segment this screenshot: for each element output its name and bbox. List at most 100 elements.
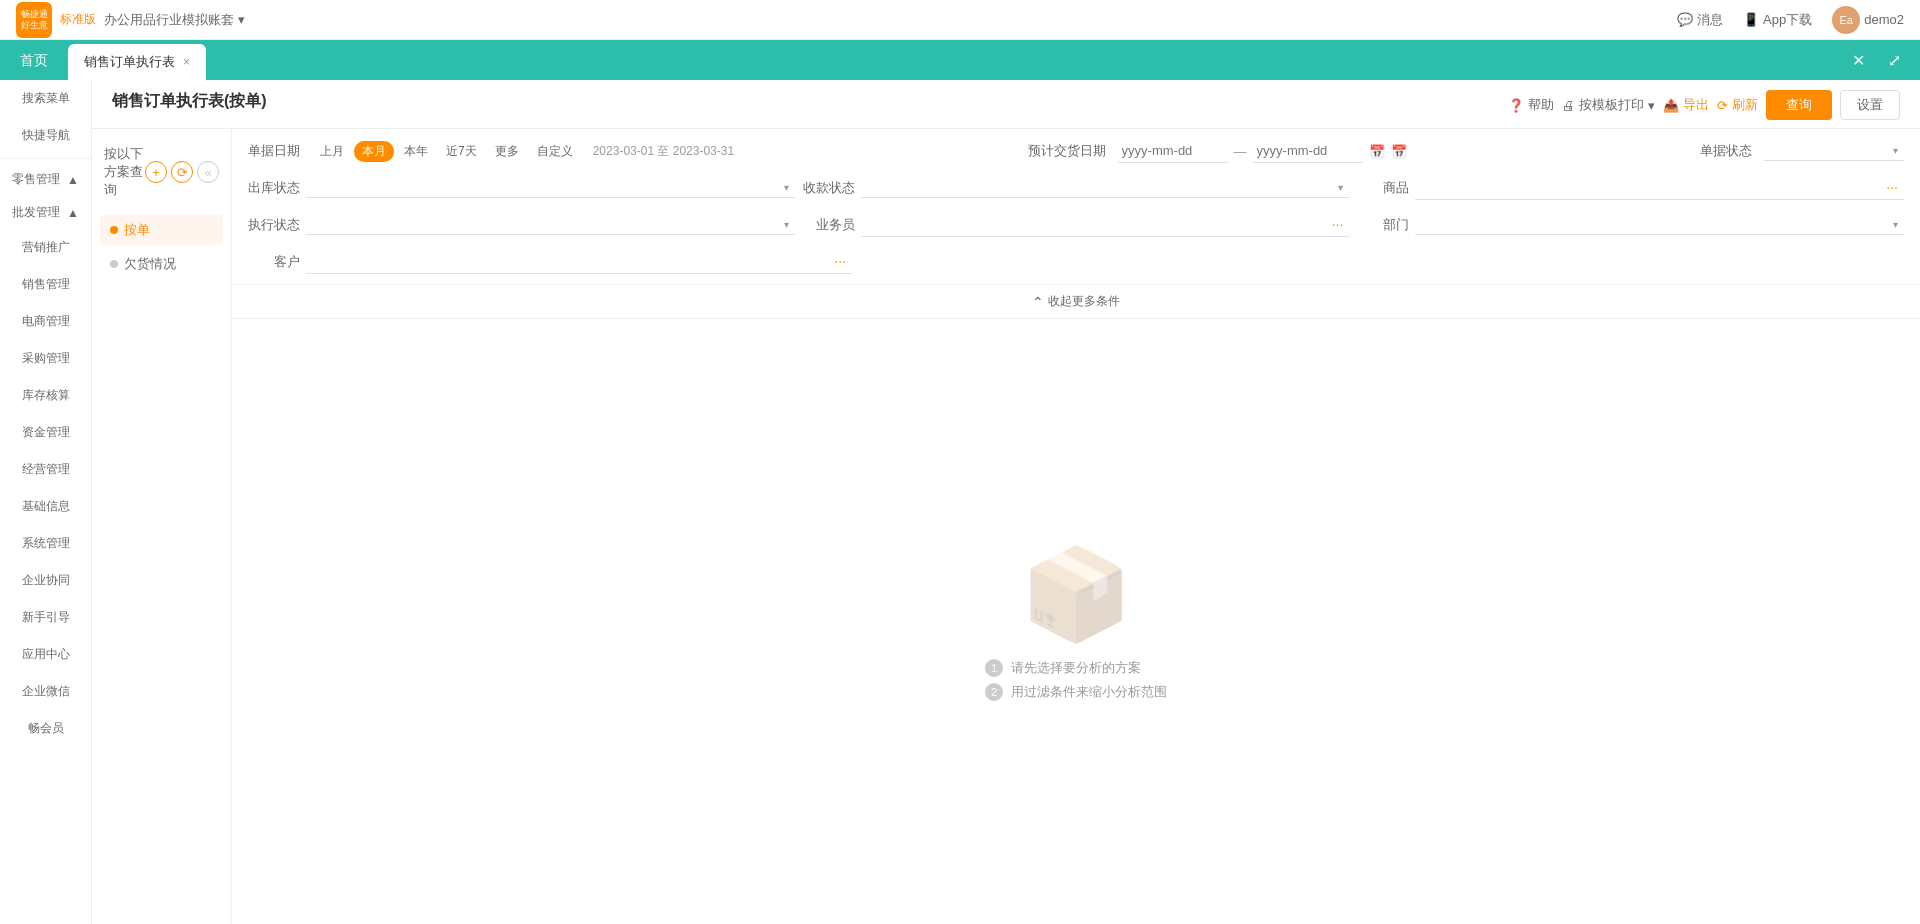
sidebar-item-member[interactable]: 畅会员 [0, 710, 91, 747]
refresh-scheme-btn[interactable]: ⟳ [171, 161, 193, 183]
app-logo: 畅捷通 好生意 [16, 2, 52, 38]
sidebar-item-enterprise[interactable]: 企业协同 [0, 562, 91, 599]
customer-input[interactable]: ··· [306, 249, 852, 274]
message-btn[interactable]: 💬 消息 [1677, 11, 1723, 29]
date-btn-this-month[interactable]: 本月 [354, 141, 394, 162]
scheme-item-shortage[interactable]: 欠货情况 [100, 249, 223, 279]
date-calendar-icon-1[interactable]: 📅 [1369, 144, 1385, 159]
date-calendar-icon-2[interactable]: 📅 [1391, 144, 1407, 159]
sidebar-item-retail[interactable]: 零售管理 ▲ [0, 163, 91, 196]
collapse-filter-btn[interactable]: ⌃ 收起更多条件 [232, 284, 1920, 318]
goods-ellipsis[interactable]: ··· [1886, 179, 1898, 195]
out-status-field: 出库状态 ▾ [248, 175, 795, 200]
export-icon: 📤 [1663, 98, 1679, 113]
dept-dropdown-icon: ▾ [1893, 219, 1898, 230]
sidebar-item-basic[interactable]: 基础信息 [0, 488, 91, 525]
receipt-status-dropdown-icon: ▾ [1338, 182, 1343, 193]
date-btn-custom[interactable]: 自定义 [529, 141, 581, 162]
out-status-select[interactable]: ▾ [306, 178, 795, 198]
goods-label: 商品 [1357, 179, 1409, 197]
customer-ellipsis[interactable]: ··· [834, 253, 846, 269]
export-btn[interactable]: 📤 导出 [1663, 96, 1709, 114]
receipt-status-select[interactable]: ▾ [861, 178, 1350, 198]
sidebar-item-sales[interactable]: 销售管理 [0, 266, 91, 303]
sidebar-item-wechat[interactable]: 企业微信 [0, 673, 91, 710]
tab-close-icon[interactable]: × [183, 44, 190, 80]
left-panel-actions: + ⟳ « [145, 161, 219, 183]
empty-tips: 1 请先选择要分析的方案 2 用过滤条件来缩小分析范围 [985, 659, 1167, 701]
expected-date-to[interactable] [1253, 139, 1363, 163]
scheme-label-shortage: 欠货情况 [124, 255, 176, 273]
salesperson-input[interactable]: ··· [861, 212, 1350, 237]
query-button[interactable]: 查询 [1766, 90, 1832, 120]
date-btn-more[interactable]: 更多 [487, 141, 527, 162]
topbar-right: 💬 消息 📱 App下载 Ea demo2 [1677, 6, 1904, 34]
export-label: 导出 [1683, 96, 1709, 114]
filter-row-2: 出库状态 ▾ 收款状态 ▾ [232, 169, 1920, 206]
message-icon: 💬 [1677, 12, 1693, 27]
right-area: 单据日期 上月 本月 本年 近7天 更多 自定义 2023-03-01 至 20… [232, 129, 1920, 924]
sidebar-item-apps[interactable]: 应用中心 [0, 636, 91, 673]
topbar: 畅捷通 好生意 标准版 办公用品行业模拟账套 ▾ 💬 消息 📱 App下载 Ea… [0, 0, 1920, 40]
collapse-icon: ⌃ [1032, 294, 1044, 310]
sidebar-item-management[interactable]: 经营管理 [0, 451, 91, 488]
industry-select[interactable]: 办公用品行业模拟账套 ▾ [104, 11, 245, 29]
date-btn-7days[interactable]: 近7天 [438, 141, 485, 162]
user-menu[interactable]: Ea demo2 [1832, 6, 1904, 34]
industry-name: 办公用品行业模拟账套 [104, 11, 234, 29]
sidebar-search-menu[interactable]: 搜索菜单 [0, 80, 91, 117]
goods-input[interactable]: ··· [1415, 175, 1904, 200]
salesperson-ellipsis[interactable]: ··· [1332, 216, 1344, 232]
scheme-item-by-order[interactable]: 按单 [100, 215, 223, 245]
date-btn-last-month[interactable]: 上月 [312, 141, 352, 162]
bill-status-label: 单据状态 [1700, 142, 1752, 160]
tab-home[interactable]: 首页 [0, 40, 68, 80]
sidebar-item-system[interactable]: 系统管理 [0, 525, 91, 562]
expected-date-group: — 📅 📅 [1118, 139, 1407, 163]
expected-date-from[interactable] [1118, 139, 1228, 163]
sidebar-divider-1 [0, 158, 91, 159]
empty-illustration: 📦 [1020, 542, 1132, 647]
sidebar-arrow-retail: ▲ [67, 173, 79, 187]
collapse-label: 收起更多条件 [1048, 293, 1120, 310]
bill-status-select[interactable]: ▾ [1764, 141, 1904, 161]
sidebar-item-finance[interactable]: 资金管理 [0, 414, 91, 451]
sidebar-item-ecommerce[interactable]: 电商管理 [0, 303, 91, 340]
expected-date-label: 预计交货日期 [1028, 142, 1106, 160]
exec-status-select[interactable]: ▾ [306, 215, 795, 235]
date-btn-this-year[interactable]: 本年 [396, 141, 436, 162]
sidebar-item-marketing[interactable]: 营销推广 [0, 229, 91, 266]
date-label: 单据日期 [248, 142, 300, 160]
refresh-icon: ⟳ [1717, 98, 1728, 113]
sidebar-item-label-retail: 零售管理 [12, 171, 60, 188]
window-close-btn[interactable]: ✕ [1844, 46, 1872, 74]
print-dropdown-icon: ▾ [1648, 98, 1655, 113]
help-btn[interactable]: ❓ 帮助 [1508, 96, 1554, 114]
print-icon: 🖨 [1562, 98, 1575, 113]
sidebar-item-wholesale[interactable]: 批发管理 ▲ [0, 196, 91, 229]
filter-row-1: 单据日期 上月 本月 本年 近7天 更多 自定义 2023-03-01 至 20… [232, 129, 1920, 169]
tab-active[interactable]: 销售订单执行表 × [68, 44, 206, 80]
out-status-dropdown-icon: ▾ [784, 182, 789, 193]
sidebar-item-purchase[interactable]: 采购管理 [0, 340, 91, 377]
empty-tip-1: 1 请先选择要分析的方案 [985, 659, 1167, 677]
sidebar-quick-nav[interactable]: 快捷导航 [0, 117, 91, 154]
refresh-btn[interactable]: ⟳ 刷新 [1717, 96, 1758, 114]
avatar-text: Ea [1840, 14, 1853, 26]
tip-1-text: 请先选择要分析的方案 [1011, 659, 1141, 677]
sidebar-item-inventory[interactable]: 库存核算 [0, 377, 91, 414]
window-expand-btn[interactable]: ⤢ [1880, 46, 1908, 74]
tip-2-num: 2 [985, 683, 1003, 701]
left-panel-header: 按以下方案查询 + ⟳ « [100, 141, 223, 203]
customer-label: 客户 [248, 253, 300, 271]
dept-select[interactable]: ▾ [1415, 215, 1904, 235]
print-btn[interactable]: 🖨 按模板打印 ▾ [1562, 96, 1655, 114]
date-buttons: 上月 本月 本年 近7天 更多 自定义 [312, 141, 581, 162]
collapse-left-btn[interactable]: « [197, 161, 219, 183]
sidebar-item-guide[interactable]: 新手引导 [0, 599, 91, 636]
logo-text: 畅捷通 好生意 [21, 9, 48, 31]
settings-button[interactable]: 设置 [1840, 90, 1900, 120]
app-download-btn[interactable]: 📱 App下载 [1743, 11, 1812, 29]
tab-active-label: 销售订单执行表 [84, 44, 175, 80]
add-scheme-btn[interactable]: + [145, 161, 167, 183]
